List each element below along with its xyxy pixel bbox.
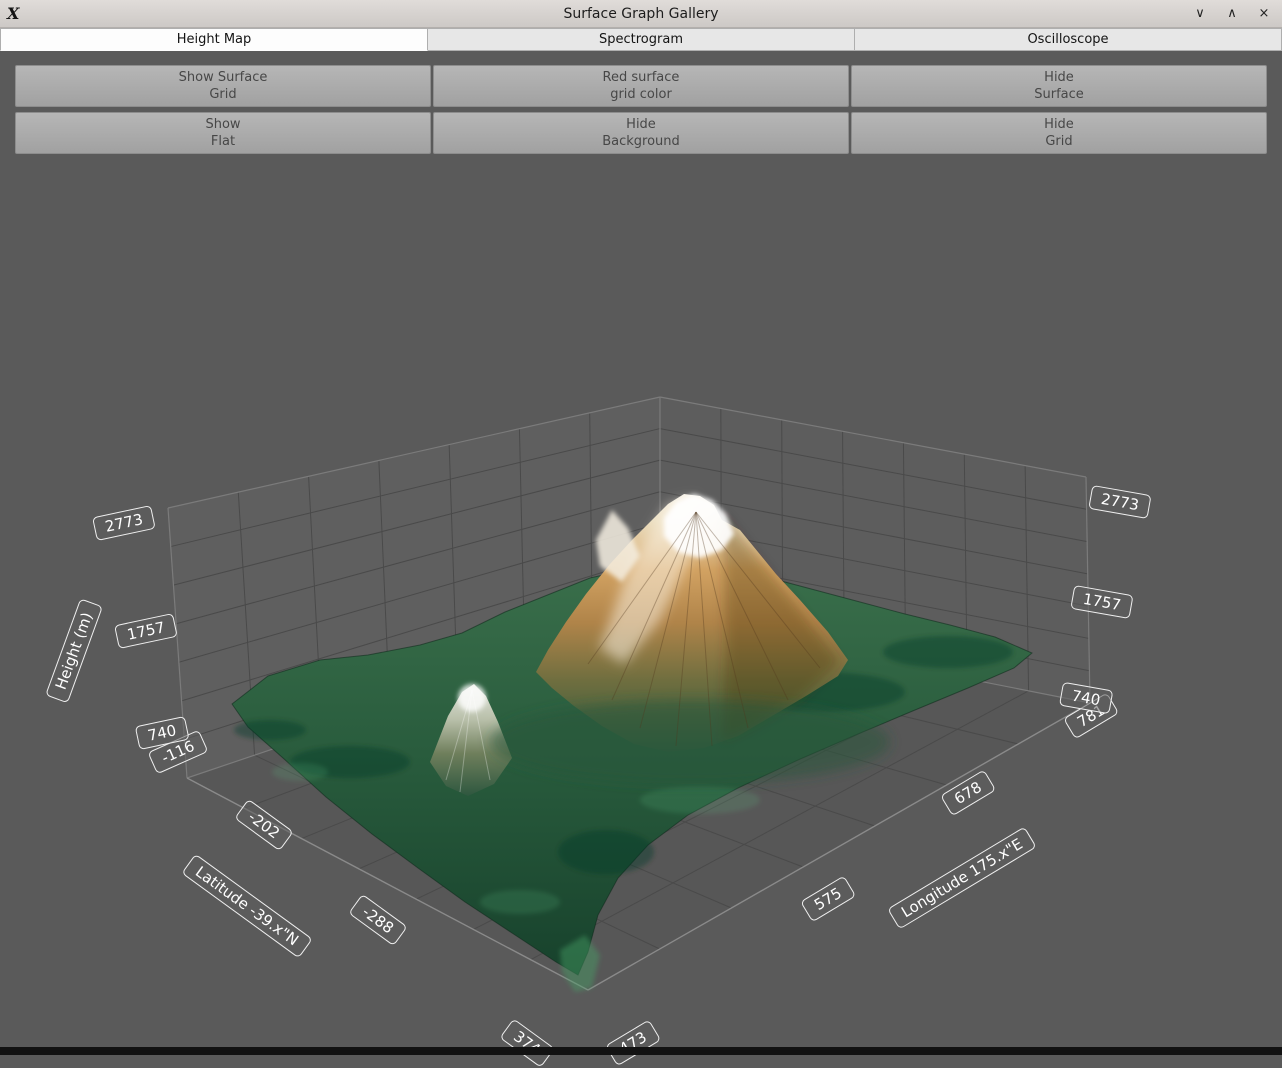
- content-area: Show Surface Grid Red surface grid color…: [0, 51, 1282, 1047]
- tab-spectrogram[interactable]: Spectrogram: [428, 28, 855, 51]
- show-flat-button[interactable]: Show Flat: [15, 112, 431, 154]
- button-label: Hide: [852, 69, 1266, 86]
- hide-surface-button[interactable]: Hide Surface: [851, 65, 1267, 107]
- button-label: Grid: [852, 133, 1266, 150]
- button-label: grid color: [434, 86, 848, 103]
- tab-oscilloscope[interactable]: Oscilloscope: [855, 28, 1282, 51]
- window-title: Surface Graph Gallery: [0, 6, 1282, 22]
- tab-height-map[interactable]: Height Map: [0, 28, 428, 51]
- window-controls: ∨ ∧ ×: [1192, 0, 1272, 28]
- button-label: Show Surface: [16, 69, 430, 86]
- close-icon[interactable]: ×: [1256, 0, 1272, 28]
- button-label: Hide: [852, 116, 1266, 133]
- button-label: Flat: [16, 133, 430, 150]
- show-surface-grid-button[interactable]: Show Surface Grid: [15, 65, 431, 107]
- tabbar: Height Map Spectrogram Oscilloscope: [0, 28, 1282, 51]
- button-label: Show: [16, 116, 430, 133]
- button-label: Hide: [434, 116, 848, 133]
- button-label: Surface: [852, 86, 1266, 103]
- red-surface-grid-color-button[interactable]: Red surface grid color: [433, 65, 849, 107]
- app-icon: X: [7, 4, 19, 23]
- chevron-down-icon[interactable]: ∨: [1192, 0, 1208, 28]
- chevron-up-icon[interactable]: ∧: [1224, 0, 1240, 28]
- window-bottom-edge: [0, 1047, 1282, 1055]
- toolbar: Show Surface Grid Red surface grid color…: [15, 65, 1267, 154]
- surface-plot-canvas[interactable]: [0, 51, 1282, 1047]
- hide-grid-button[interactable]: Hide Grid: [851, 112, 1267, 154]
- button-label: Background: [434, 133, 848, 150]
- button-label: Grid: [16, 86, 430, 103]
- hide-background-button[interactable]: Hide Background: [433, 112, 849, 154]
- button-label: Red surface: [434, 69, 848, 86]
- titlebar: X Surface Graph Gallery ∨ ∧ ×: [0, 0, 1282, 28]
